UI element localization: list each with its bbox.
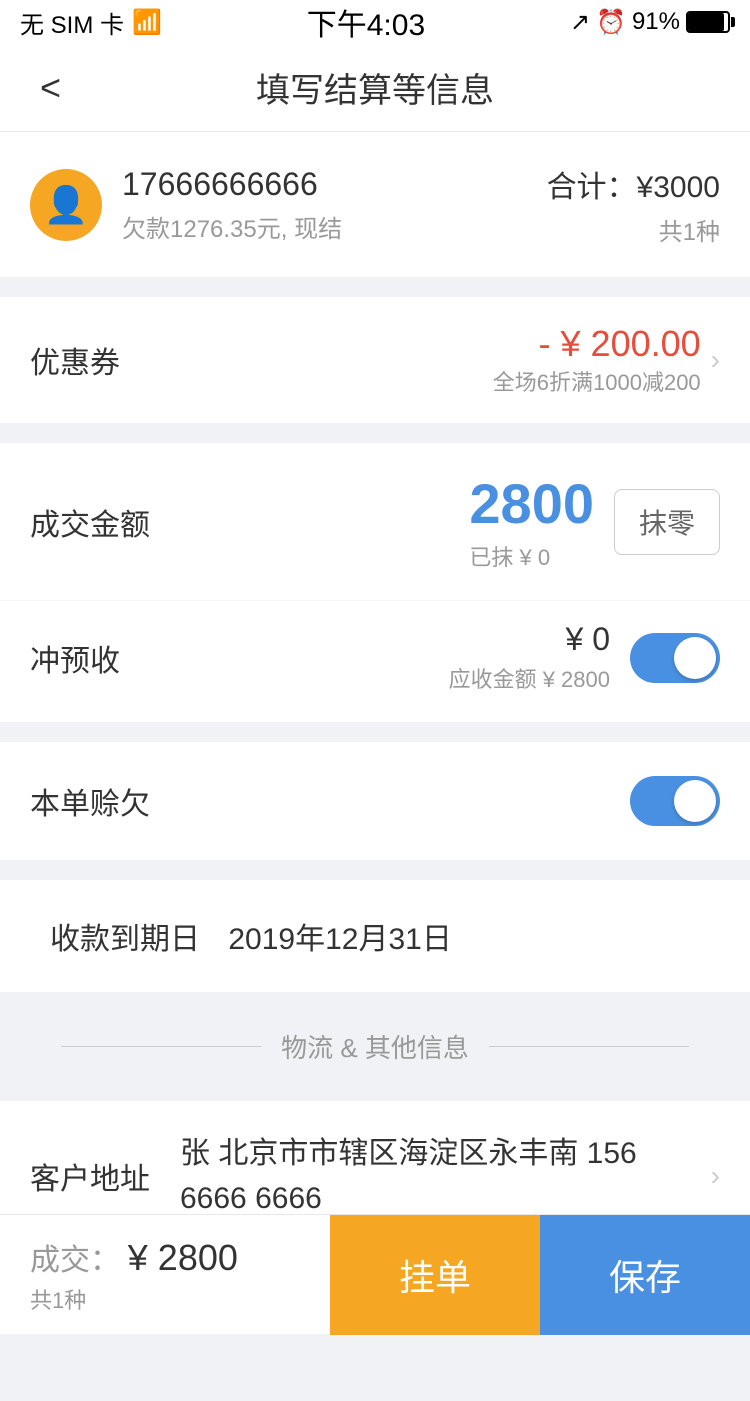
- amount-section: 成交金额 2800 已抹 ¥ 0 抹零 冲预收 ¥ 0 应收金额 ¥ 2800: [0, 443, 750, 722]
- battery-icon: [686, 11, 730, 33]
- amount-sub: 已抹 ¥ 0: [469, 540, 594, 572]
- expiry-date: 2019年12月31日: [228, 923, 451, 956]
- coupon-desc: 全场6折满1000减200: [493, 365, 701, 397]
- amount-value: 2800: [469, 471, 594, 536]
- coupon-chevron: ›: [711, 344, 720, 376]
- footer-amount-row: 成交： ¥ 2800: [30, 1235, 300, 1279]
- logistics-section: 物流 & 其他信息: [0, 1012, 750, 1081]
- alarm-icon: ⏰: [596, 8, 626, 37]
- address-label: 客户地址: [30, 1154, 150, 1198]
- customer-row: 👤 17666666666 欠款1276.35元, 现结 合计：¥3000 共1…: [0, 132, 750, 277]
- wifi-icon: 📶: [132, 8, 162, 37]
- footer-count: 共1种: [30, 1283, 300, 1315]
- prepay-label: 冲预收: [30, 636, 120, 680]
- coupon-right: - ¥ 200.00 全场6折满1000减200 ›: [493, 323, 720, 397]
- prepay-sub: 应收金额 ¥ 2800: [449, 662, 610, 694]
- divider-line-left: [61, 1046, 261, 1047]
- amount-right: 2800 已抹 ¥ 0 抹零: [469, 471, 720, 572]
- page-title: 填写结算等信息: [256, 63, 494, 112]
- prepay-value-block: ¥ 0 应收金额 ¥ 2800: [449, 621, 610, 694]
- content: 👤 17666666666 欠款1276.35元, 现结 合计：¥3000 共1…: [0, 132, 750, 1401]
- prepay-right: ¥ 0 应收金额 ¥ 2800: [449, 621, 720, 694]
- address-value: 张 北京市市辖区海淀区永丰南 156 6666 6666: [180, 1131, 701, 1221]
- customer-debt: 欠款1276.35元, 现结: [122, 209, 342, 244]
- debt-label: 本单赊欠: [30, 779, 150, 823]
- address-chevron: ›: [711, 1160, 720, 1192]
- coupon-value: - ¥ 200.00: [493, 323, 701, 365]
- location-icon: ↗: [570, 8, 590, 37]
- customer-left: 👤 17666666666 欠款1276.35元, 现结: [30, 166, 342, 244]
- coupon-value-block: - ¥ 200.00 全场6折满1000减200: [493, 323, 701, 397]
- expiry-row: 收款到期日 2019年12月31日: [0, 880, 750, 992]
- carrier: 无 SIM 卡: [20, 5, 124, 40]
- customer-count: 共1种: [547, 212, 720, 247]
- status-left: 无 SIM 卡 📶: [20, 5, 162, 40]
- prepay-toggle[interactable]: [630, 633, 720, 683]
- hold-button[interactable]: 挂单: [330, 1215, 540, 1335]
- status-time: 下午4:03: [307, 0, 425, 44]
- prepay-value: ¥ 0: [449, 621, 610, 658]
- customer-right: 合计：¥3000 共1种: [547, 162, 720, 247]
- status-right: ↗ ⏰ 91%: [570, 8, 730, 37]
- debt-row: 本单赊欠: [0, 742, 750, 860]
- prepay-row: 冲预收 ¥ 0 应收金额 ¥ 2800: [0, 601, 750, 722]
- debt-toggle-knob: [674, 780, 716, 822]
- divider-line-right: [489, 1046, 689, 1047]
- expiry-label: 收款到期日: [50, 923, 200, 956]
- logistics-divider: 物流 & 其他信息: [0, 1028, 750, 1065]
- debt-toggle[interactable]: [630, 776, 720, 826]
- logistics-label: 物流 & 其他信息: [281, 1028, 469, 1065]
- avatar: 👤: [30, 169, 102, 241]
- nav-bar: < 填写结算等信息: [0, 44, 750, 132]
- save-button[interactable]: 保存: [540, 1215, 750, 1335]
- back-button[interactable]: <: [30, 57, 71, 119]
- status-bar: 无 SIM 卡 📶 下午4:03 ↗ ⏰ 91%: [0, 0, 750, 44]
- toggle-knob: [674, 637, 716, 679]
- footer-amount: ¥ 2800: [128, 1237, 238, 1278]
- coupon-row[interactable]: 优惠券 - ¥ 200.00 全场6折满1000减200 ›: [0, 297, 750, 423]
- footer-label: 成交：: [30, 1244, 120, 1277]
- bottom-bar: 成交： ¥ 2800 共1种 挂单 保存: [0, 1214, 750, 1334]
- bottom-info: 成交： ¥ 2800 共1种: [0, 1235, 330, 1315]
- customer-info: 17666666666 欠款1276.35元, 现结: [122, 166, 342, 244]
- round-button[interactable]: 抹零: [614, 489, 720, 555]
- customer-total: 合计：¥3000: [547, 162, 720, 206]
- amount-row: 成交金额 2800 已抹 ¥ 0 抹零: [0, 443, 750, 601]
- customer-phone: 17666666666: [122, 166, 342, 203]
- amount-value-block: 2800 已抹 ¥ 0: [469, 471, 594, 572]
- coupon-label: 优惠券: [30, 338, 120, 382]
- amount-label: 成交金额: [30, 500, 150, 544]
- battery-percent: 91%: [632, 8, 680, 36]
